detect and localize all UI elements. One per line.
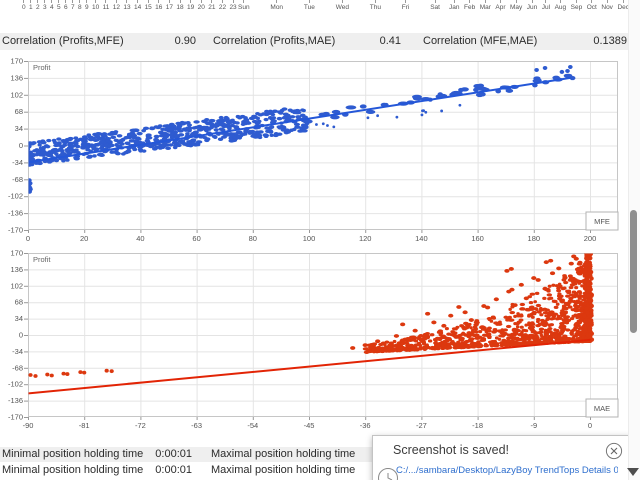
y-tick-label: -170 bbox=[8, 413, 23, 422]
y-tick-label: -34 bbox=[12, 347, 23, 356]
max-holding-time-label: Maximal position holding time bbox=[211, 448, 356, 460]
y-tick-label: 102 bbox=[10, 281, 23, 290]
y-tick-label: -102 bbox=[8, 380, 23, 389]
x-tick-label: -72 bbox=[135, 421, 146, 430]
y-tick-label: 170 bbox=[10, 249, 23, 258]
toast-title: Screenshot is saved! bbox=[393, 443, 510, 457]
y-tick-label: 0 bbox=[19, 331, 23, 340]
x-tick-label: -81 bbox=[79, 421, 90, 430]
min-holding-time-value: 0:00:01 bbox=[155, 448, 192, 460]
y-tick-label: 68 bbox=[15, 298, 23, 307]
x-tick-label: -90 bbox=[23, 421, 34, 430]
scrollbar-thumb[interactable] bbox=[630, 210, 637, 333]
x-tick-label: -18 bbox=[472, 421, 483, 430]
y-tick-label: 34 bbox=[15, 314, 23, 323]
y-tick-label: -68 bbox=[12, 363, 23, 372]
min-holding-time-value: 0:00:01 bbox=[155, 464, 192, 476]
y-tick-label: -136 bbox=[8, 396, 23, 405]
scrollbar-down-arrow[interactable] bbox=[627, 468, 639, 476]
x-tick-label: 0 bbox=[588, 421, 592, 430]
x-tick-label: -36 bbox=[360, 421, 371, 430]
profit-vs-mae-chart: 17013610268340-34-68-102-136-170-90 -81 -7… bbox=[8, 249, 619, 430]
axis-name-label: MAE bbox=[594, 404, 610, 413]
x-tick-label: -63 bbox=[191, 421, 202, 430]
x-tick-label: -27 bbox=[416, 421, 427, 430]
profit-axis-label: Profit bbox=[33, 255, 51, 264]
x-tick-label: -45 bbox=[304, 421, 315, 430]
screenshot-file-link[interactable]: C:/.../sambara/Desktop/LazyBoy TrendTops… bbox=[396, 465, 618, 476]
strategy-tester-report: 0 1 2 3 4 5 6 7 8 9 10 11 12 13 14 15 16 17 18 19 20 21 22 23 S… bbox=[0, 0, 640, 480]
x-tick-label: -54 bbox=[247, 421, 258, 430]
x-tick-label: -9 bbox=[530, 421, 537, 430]
toast-close-button[interactable] bbox=[605, 442, 623, 460]
y-tick-label: 136 bbox=[10, 265, 23, 274]
toast-notification: Screenshot is saved! C:/.../sambara/Desk… bbox=[372, 435, 631, 480]
max-holding-time-label: Maximal position holding time bbox=[211, 464, 356, 476]
